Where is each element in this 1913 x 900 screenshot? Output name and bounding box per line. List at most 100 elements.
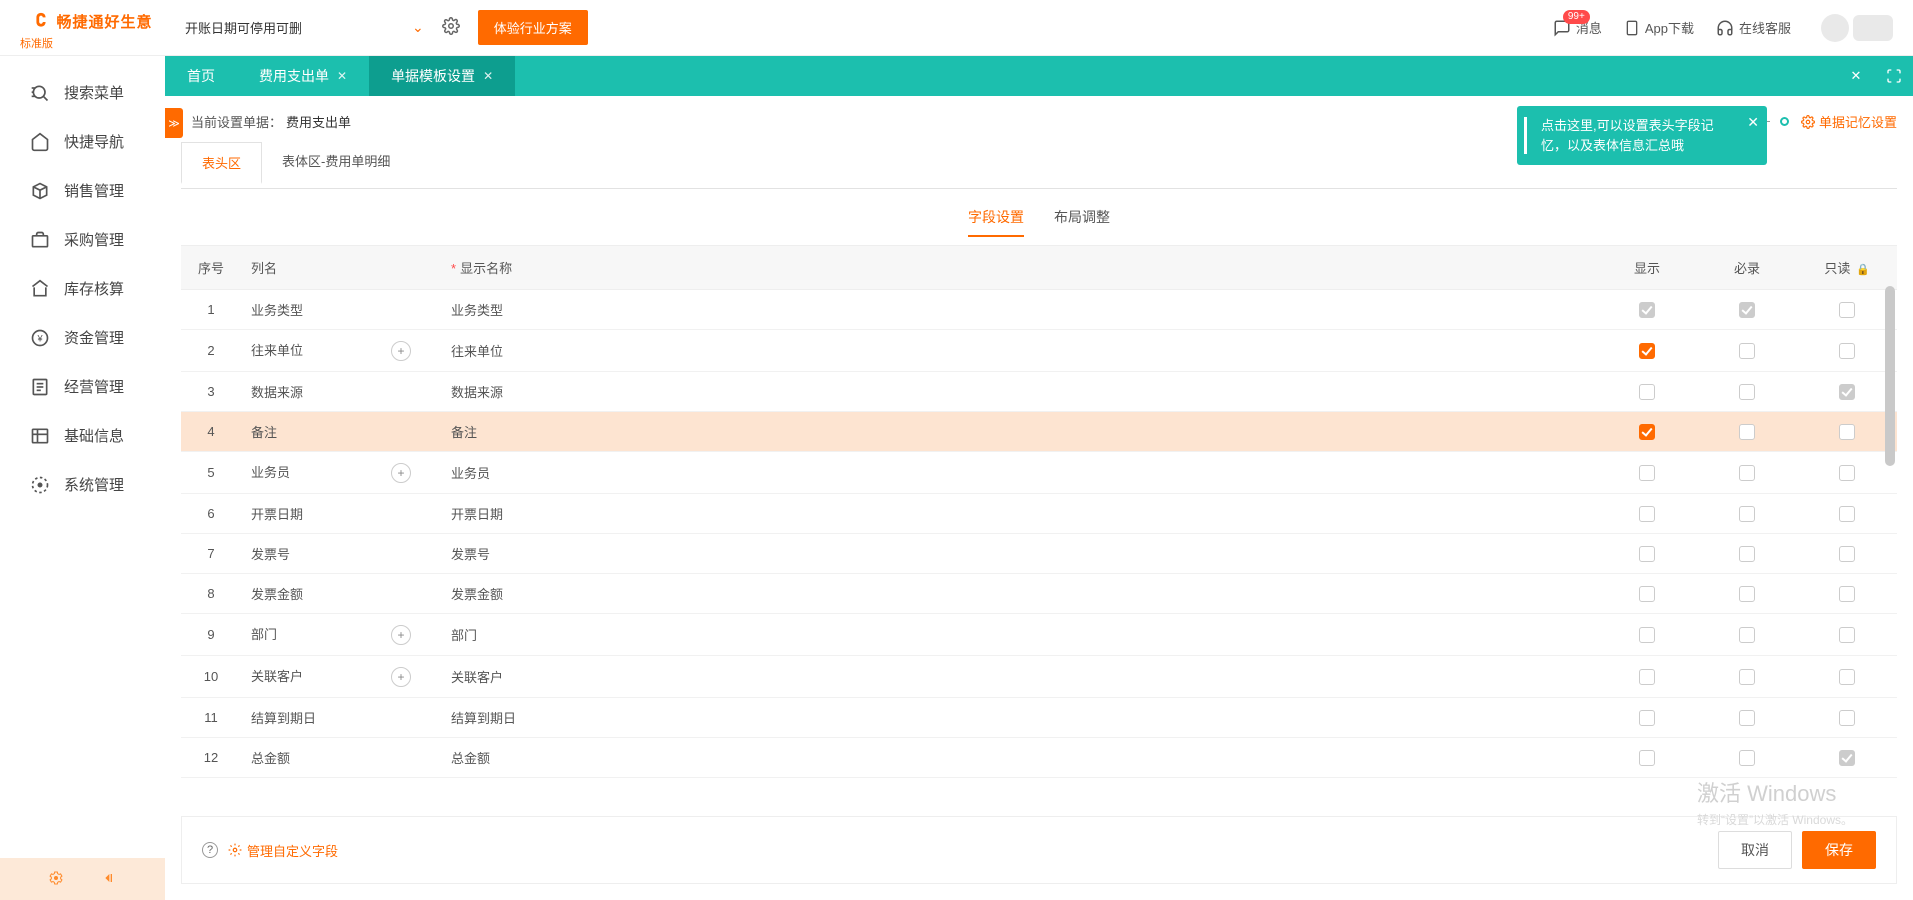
tab-0[interactable]: 首页 bbox=[165, 56, 237, 96]
user-avatars[interactable] bbox=[1821, 14, 1893, 42]
checkbox[interactable] bbox=[1639, 710, 1655, 726]
checkbox[interactable] bbox=[1839, 506, 1855, 522]
cell-disp[interactable]: 部门 bbox=[441, 614, 1597, 656]
table-row[interactable]: 1业务类型业务类型 bbox=[181, 290, 1897, 330]
checkbox[interactable] bbox=[1739, 627, 1755, 643]
messages-link[interactable]: 99+ 消息 bbox=[1553, 18, 1602, 37]
add-icon[interactable]: + bbox=[391, 625, 411, 645]
tab-1[interactable]: 费用支出单✕ bbox=[237, 56, 369, 96]
sidebar-item-7[interactable]: 基础信息 bbox=[0, 411, 165, 460]
sidebar-item-8[interactable]: 系统管理 bbox=[0, 460, 165, 509]
sidebar-item-5[interactable]: ¥资金管理 bbox=[0, 313, 165, 362]
checkbox[interactable] bbox=[1739, 669, 1755, 685]
org-dropdown[interactable]: 开账日期可停用可删 ⌄ bbox=[185, 18, 424, 37]
checkbox[interactable] bbox=[1739, 384, 1755, 400]
cta-button[interactable]: 体验行业方案 bbox=[478, 10, 588, 45]
checkbox[interactable] bbox=[1639, 669, 1655, 685]
checkbox[interactable] bbox=[1839, 546, 1855, 562]
save-button[interactable]: 保存 bbox=[1802, 831, 1876, 869]
cell-disp[interactable]: 发票号 bbox=[441, 534, 1597, 574]
checkbox[interactable] bbox=[1639, 586, 1655, 602]
settings-gear-icon[interactable] bbox=[442, 17, 460, 38]
table-row[interactable]: 6开票日期开票日期 bbox=[181, 494, 1897, 534]
tab-close-icon[interactable]: ✕ bbox=[337, 69, 347, 83]
help-icon[interactable]: ? bbox=[202, 842, 218, 858]
memory-settings-link[interactable]: 单据记忆设置 bbox=[1801, 112, 1897, 131]
sub-tab-1[interactable]: 布局调整 bbox=[1054, 203, 1110, 237]
checkbox[interactable] bbox=[1839, 424, 1855, 440]
checkbox[interactable] bbox=[1639, 546, 1655, 562]
checkbox[interactable] bbox=[1739, 343, 1755, 359]
customer-service-link[interactable]: 在线客服 bbox=[1716, 18, 1791, 37]
checkbox[interactable] bbox=[1839, 586, 1855, 602]
cell-name: 业务类型 bbox=[241, 290, 441, 330]
cell-disp[interactable]: 业务员 bbox=[441, 452, 1597, 494]
sidebar-gear-icon[interactable] bbox=[48, 870, 64, 889]
table-row[interactable]: 8发票金额发票金额 bbox=[181, 574, 1897, 614]
checkbox[interactable] bbox=[1839, 627, 1855, 643]
table-row[interactable]: 12总金额总金额 bbox=[181, 738, 1897, 778]
top-header: 畅捷通好生意 标准版 开账日期可停用可删 ⌄ 体验行业方案 99+ 消息 App… bbox=[0, 0, 1913, 56]
add-icon[interactable]: + bbox=[391, 341, 411, 361]
add-icon[interactable]: + bbox=[391, 463, 411, 483]
sidebar-item-1[interactable]: 快捷导航 bbox=[0, 117, 165, 166]
checkbox[interactable] bbox=[1739, 465, 1755, 481]
checkbox[interactable] bbox=[1739, 546, 1755, 562]
checkbox[interactable] bbox=[1639, 424, 1655, 440]
checkbox[interactable] bbox=[1639, 465, 1655, 481]
checkbox[interactable] bbox=[1639, 343, 1655, 359]
table-row[interactable]: 4备注备注 bbox=[181, 412, 1897, 452]
table-row[interactable]: 10关联客户+关联客户 bbox=[181, 656, 1897, 698]
tab-fullscreen-icon[interactable] bbox=[1875, 56, 1913, 96]
sidebar-item-6[interactable]: 经营管理 bbox=[0, 362, 165, 411]
sub-tab-0[interactable]: 字段设置 bbox=[968, 203, 1024, 237]
cell-disp[interactable]: 总金额 bbox=[441, 738, 1597, 778]
table-row[interactable]: 5业务员+业务员 bbox=[181, 452, 1897, 494]
cell-disp[interactable]: 关联客户 bbox=[441, 656, 1597, 698]
sidebar-item-3[interactable]: 采购管理 bbox=[0, 215, 165, 264]
scrollbar-thumb[interactable] bbox=[1885, 286, 1895, 466]
checkbox[interactable] bbox=[1839, 710, 1855, 726]
cell-disp[interactable]: 数据来源 bbox=[441, 372, 1597, 412]
checkbox[interactable] bbox=[1839, 343, 1855, 359]
sidebar-collapse-icon[interactable] bbox=[99, 870, 117, 889]
checkbox[interactable] bbox=[1839, 669, 1855, 685]
checkbox[interactable] bbox=[1739, 424, 1755, 440]
section-tab-1[interactable]: 表体区-费用单明细 bbox=[262, 141, 410, 183]
expand-panel-icon[interactable]: ≫ bbox=[165, 108, 183, 138]
manage-custom-fields-link[interactable]: 管理自定义字段 bbox=[228, 841, 338, 860]
table-row[interactable]: 2往来单位+往来单位 bbox=[181, 330, 1897, 372]
checkbox[interactable] bbox=[1739, 506, 1755, 522]
checkbox[interactable] bbox=[1639, 384, 1655, 400]
sidebar-item-0[interactable]: 搜索菜单 bbox=[0, 68, 165, 117]
tooltip-close-icon[interactable]: ✕ bbox=[1747, 112, 1759, 133]
tab-close-all-icon[interactable]: ✕ bbox=[1837, 56, 1875, 96]
cell-disp[interactable]: 往来单位 bbox=[441, 330, 1597, 372]
cell-name: 关联客户+ bbox=[241, 656, 441, 698]
checkbox[interactable] bbox=[1739, 750, 1755, 766]
sidebar-item-4[interactable]: 库存核算 bbox=[0, 264, 165, 313]
checkbox[interactable] bbox=[1839, 302, 1855, 318]
add-icon[interactable]: + bbox=[391, 667, 411, 687]
checkbox[interactable] bbox=[1639, 627, 1655, 643]
app-download-link[interactable]: App下载 bbox=[1624, 18, 1694, 37]
checkbox[interactable] bbox=[1739, 710, 1755, 726]
table-row[interactable]: 3数据来源数据来源 bbox=[181, 372, 1897, 412]
cell-disp[interactable]: 备注 bbox=[441, 412, 1597, 452]
cell-disp[interactable]: 业务类型 bbox=[441, 290, 1597, 330]
section-tab-0[interactable]: 表头区 bbox=[181, 142, 262, 184]
checkbox[interactable] bbox=[1739, 586, 1755, 602]
cancel-button[interactable]: 取消 bbox=[1718, 831, 1792, 869]
table-row[interactable]: 11结算到期日结算到期日 bbox=[181, 698, 1897, 738]
checkbox[interactable] bbox=[1839, 465, 1855, 481]
sidebar-item-2[interactable]: 销售管理 bbox=[0, 166, 165, 215]
cell-disp[interactable]: 开票日期 bbox=[441, 494, 1597, 534]
cell-disp[interactable]: 结算到期日 bbox=[441, 698, 1597, 738]
checkbox[interactable] bbox=[1639, 750, 1655, 766]
table-row[interactable]: 7发票号发票号 bbox=[181, 534, 1897, 574]
tab-close-icon[interactable]: ✕ bbox=[483, 69, 493, 83]
checkbox[interactable] bbox=[1639, 506, 1655, 522]
tab-2[interactable]: 单据模板设置✕ bbox=[369, 56, 515, 96]
cell-disp[interactable]: 发票金额 bbox=[441, 574, 1597, 614]
table-row[interactable]: 9部门+部门 bbox=[181, 614, 1897, 656]
